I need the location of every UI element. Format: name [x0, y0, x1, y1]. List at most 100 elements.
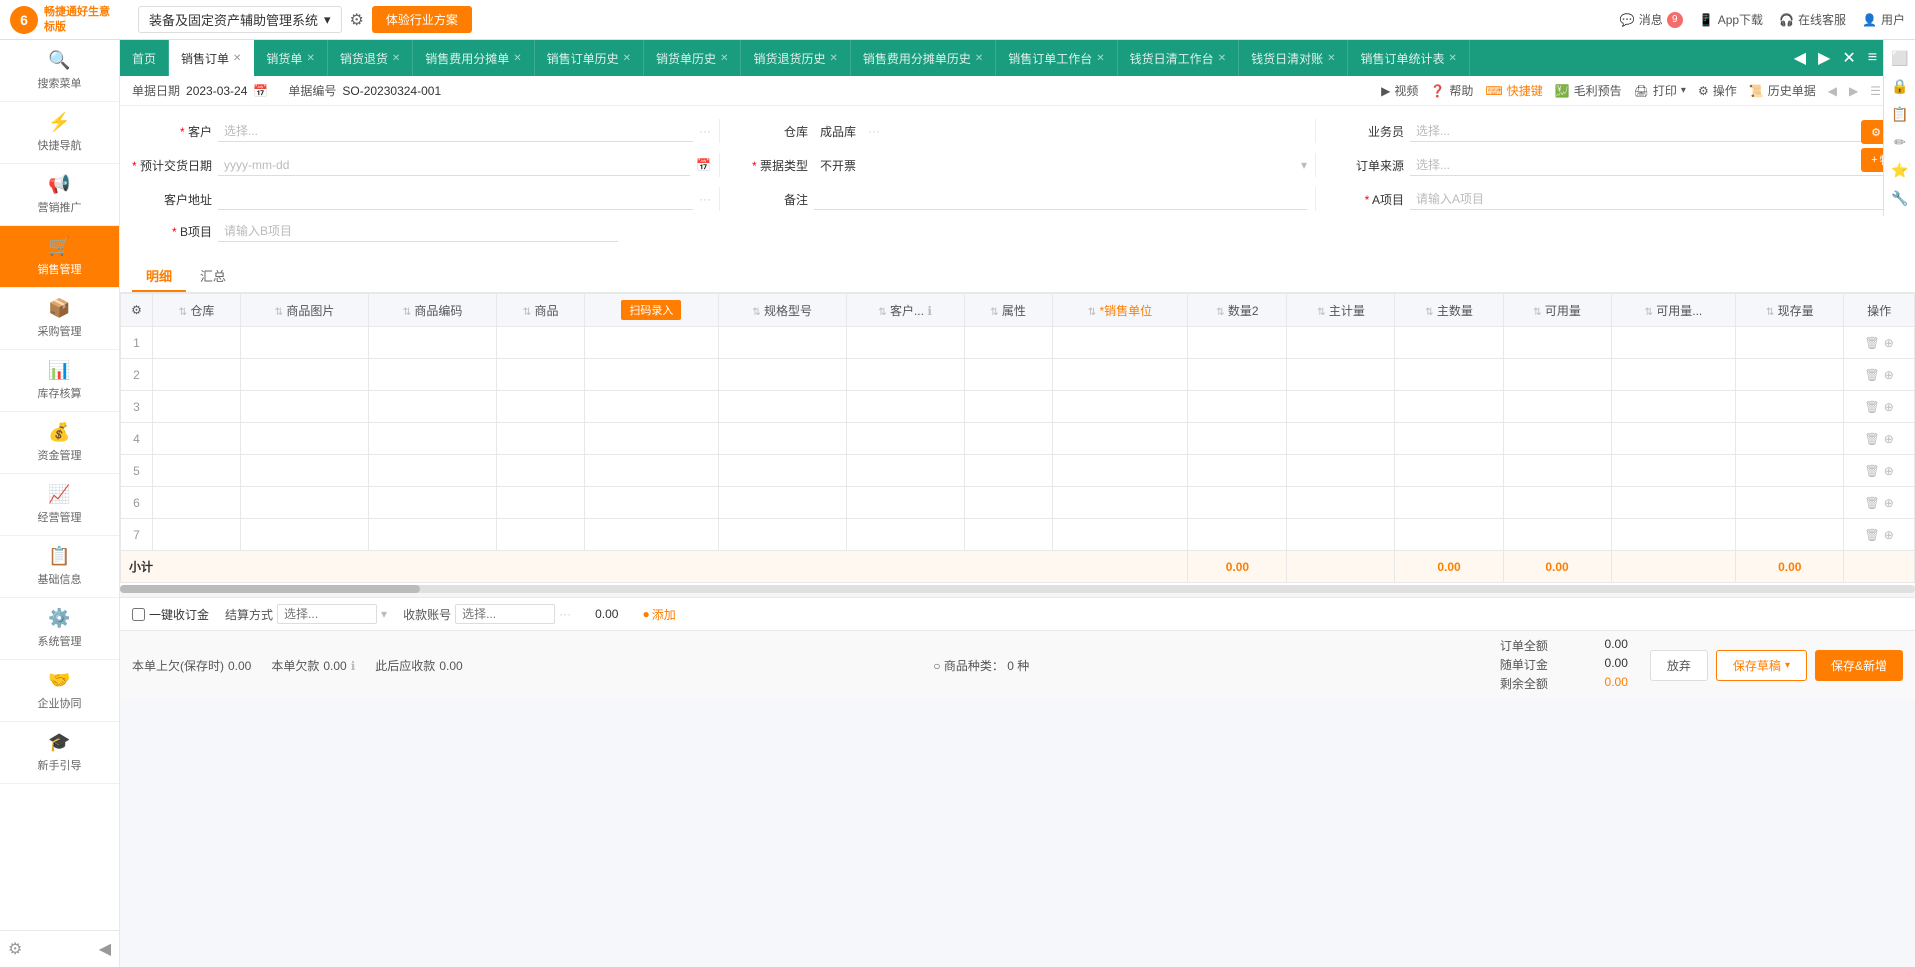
- help-btn[interactable]: ❓ 帮助: [1430, 82, 1473, 99]
- th-current-stock[interactable]: ⇅ 现存量: [1736, 294, 1844, 327]
- close-tab-icon[interactable]: ✕: [306, 53, 314, 64]
- close-tab-icon[interactable]: ✕: [720, 53, 728, 64]
- th-attribute[interactable]: ⇅ 属性: [964, 294, 1052, 327]
- system-name[interactable]: 装备及固定资产辅助管理系统 ▾: [138, 6, 342, 33]
- profit-btn[interactable]: 💹 毛利预告: [1555, 82, 1622, 99]
- rsi-btn-1[interactable]: ⬜: [1888, 46, 1912, 70]
- tab-sales-order[interactable]: 销售订单 ✕: [169, 40, 254, 76]
- settings-icon[interactable]: ⚙: [350, 10, 364, 30]
- add-button[interactable]: ● 添加: [642, 606, 675, 623]
- discard-button[interactable]: 放弃: [1650, 650, 1708, 681]
- close-tab-icon[interactable]: ✕: [233, 53, 241, 64]
- tab-sales-goods[interactable]: 销货单 ✕: [254, 40, 327, 76]
- salesman-input[interactable]: [1410, 121, 1885, 142]
- operation-btn[interactable]: ⚙ 操作: [1698, 82, 1737, 99]
- delete-row-icon[interactable]: 🗑: [1865, 528, 1880, 542]
- close-tab-icon[interactable]: ✕: [975, 53, 983, 64]
- th-product-img[interactable]: ⇅ 商品图片: [241, 294, 369, 327]
- tab-return-history[interactable]: 销货退货历史 ✕: [741, 40, 850, 76]
- user-menu[interactable]: 👤 用户: [1862, 11, 1905, 28]
- rsi-btn-5[interactable]: ⭐: [1888, 158, 1912, 182]
- tab-summary[interactable]: 汇总: [186, 261, 240, 292]
- tab-daily-clear[interactable]: 钱货日清工作台 ✕: [1118, 40, 1239, 76]
- tab-stats[interactable]: 销售订单统计表 ✕: [1348, 40, 1469, 76]
- sidebar-item-marketing[interactable]: 📢 营销推广: [0, 164, 119, 226]
- table-scrollbar[interactable]: [120, 585, 1915, 597]
- calendar-icon[interactable]: 📅: [253, 84, 268, 98]
- copy-row-icon[interactable]: ⊕: [1884, 528, 1894, 542]
- payment-dropdown-icon[interactable]: ▾: [381, 607, 387, 621]
- project-b-input[interactable]: [218, 221, 618, 242]
- table-scroll[interactable]: ⚙ ⇅ 仓库 ⇅ 商品图片: [120, 293, 1915, 583]
- th-available[interactable]: ⇅ 可用量: [1503, 294, 1611, 327]
- close-tab-icon[interactable]: ✕: [829, 53, 837, 64]
- copy-row-icon[interactable]: ⊕: [1884, 496, 1894, 510]
- sidebar-item-system[interactable]: ⚙️ 系统管理: [0, 598, 119, 660]
- delete-row-icon[interactable]: 🗑: [1865, 464, 1880, 478]
- close-tab-icon[interactable]: ✕: [1449, 53, 1457, 64]
- account-more-icon[interactable]: ···: [559, 607, 571, 621]
- scrollbar-thumb[interactable]: [120, 585, 420, 593]
- tab-workbench[interactable]: 销售订单工作台 ✕: [996, 40, 1117, 76]
- warehouse-more-icon[interactable]: ···: [868, 124, 880, 138]
- close-tab-icon[interactable]: ✕: [1327, 53, 1335, 64]
- tab-close-btn[interactable]: ✕: [1836, 48, 1861, 68]
- close-tab-icon[interactable]: ✕: [1218, 53, 1226, 64]
- rsi-btn-4[interactable]: ✏: [1888, 130, 1912, 154]
- account-input[interactable]: [455, 604, 555, 624]
- close-tab-icon[interactable]: ✕: [623, 53, 631, 64]
- nav-prev-icon[interactable]: ◀: [1828, 84, 1837, 98]
- date-value[interactable]: 2023-03-24: [186, 84, 247, 98]
- sidebar-item-sales[interactable]: 🛒 销售管理: [0, 226, 119, 288]
- th-main-qty[interactable]: ⇅ 主数量: [1395, 294, 1503, 327]
- remark-input[interactable]: [814, 189, 1307, 210]
- rsi-btn-6[interactable]: 🔧: [1888, 186, 1912, 210]
- th-product[interactable]: ⇅ 商品: [497, 294, 585, 327]
- save-draft-dropdown-icon[interactable]: ▾: [1785, 660, 1790, 671]
- th-qty2[interactable]: ⇅ 数量2: [1188, 294, 1287, 327]
- th-product-code[interactable]: ⇅ 商品编码: [369, 294, 497, 327]
- save-new-button[interactable]: 保存&新增: [1815, 650, 1903, 681]
- tab-sales-return[interactable]: 销货退货 ✕: [328, 40, 413, 76]
- sidebar-item-collab[interactable]: 🤝 企业协同: [0, 660, 119, 722]
- delete-row-icon[interactable]: 🗑: [1865, 400, 1880, 414]
- delivery-date-input[interactable]: [218, 155, 690, 176]
- tab-detail[interactable]: 明细: [132, 261, 186, 292]
- sidebar-item-basic[interactable]: 📋 基础信息: [0, 536, 119, 598]
- history-btn[interactable]: 📜 历史单据: [1749, 82, 1816, 99]
- sidebar-item-finance[interactable]: 💰 资金管理: [0, 412, 119, 474]
- copy-row-icon[interactable]: ⊕: [1884, 368, 1894, 382]
- tab-sales-history[interactable]: 销售订单历史 ✕: [535, 40, 644, 76]
- address-input[interactable]: [218, 189, 693, 210]
- th-spec[interactable]: ⇅ 规格型号: [718, 294, 846, 327]
- copy-row-icon[interactable]: ⊕: [1884, 336, 1894, 350]
- delete-row-icon[interactable]: 🗑: [1865, 336, 1880, 350]
- sidebar-collapse-btn[interactable]: ◀: [99, 939, 111, 959]
- scan-button[interactable]: 扫码录入: [621, 300, 681, 320]
- delete-row-icon[interactable]: 🗑: [1865, 368, 1880, 382]
- tab-menu-btn[interactable]: ≡: [1862, 49, 1883, 67]
- sidebar-item-inventory[interactable]: 📊 库存核算: [0, 350, 119, 412]
- sidebar-item-quick[interactable]: ⚡ 快捷导航: [0, 102, 119, 164]
- tab-fee-history[interactable]: 销售费用分摊单历史 ✕: [851, 40, 996, 76]
- delete-row-icon[interactable]: 🗑: [1865, 496, 1880, 510]
- sidebar-item-operations[interactable]: 📈 经营管理: [0, 474, 119, 536]
- video-btn[interactable]: ▶ 视频: [1381, 82, 1418, 99]
- one-click-input[interactable]: [132, 608, 145, 621]
- tab-reconcile[interactable]: 钱货日清对账 ✕: [1239, 40, 1348, 76]
- nav-next-icon[interactable]: ▶: [1849, 84, 1858, 98]
- th-main-unit[interactable]: ⇅ 主计量: [1287, 294, 1395, 327]
- close-tab-icon[interactable]: ✕: [392, 53, 400, 64]
- message-item[interactable]: 💬 消息 9: [1620, 11, 1683, 28]
- table-view-icon[interactable]: ☰: [1870, 84, 1881, 98]
- tab-next-btn[interactable]: ▶: [1812, 48, 1836, 68]
- th-settings[interactable]: ⚙: [121, 294, 153, 327]
- order-source-input[interactable]: [1410, 155, 1891, 176]
- delete-row-icon[interactable]: 🗑: [1865, 432, 1880, 446]
- tab-sales-fee[interactable]: 销售费用分摊单 ✕: [413, 40, 534, 76]
- invoice-type-dropdown-icon[interactable]: ▾: [1301, 158, 1307, 172]
- shortcut-btn[interactable]: ⌨ 快捷键: [1485, 82, 1542, 99]
- save-draft-button[interactable]: 保存草稿 ▾: [1716, 650, 1807, 681]
- tab-prev-btn[interactable]: ◀: [1788, 48, 1812, 68]
- th-warehouse[interactable]: ⇅ 仓库: [153, 294, 241, 327]
